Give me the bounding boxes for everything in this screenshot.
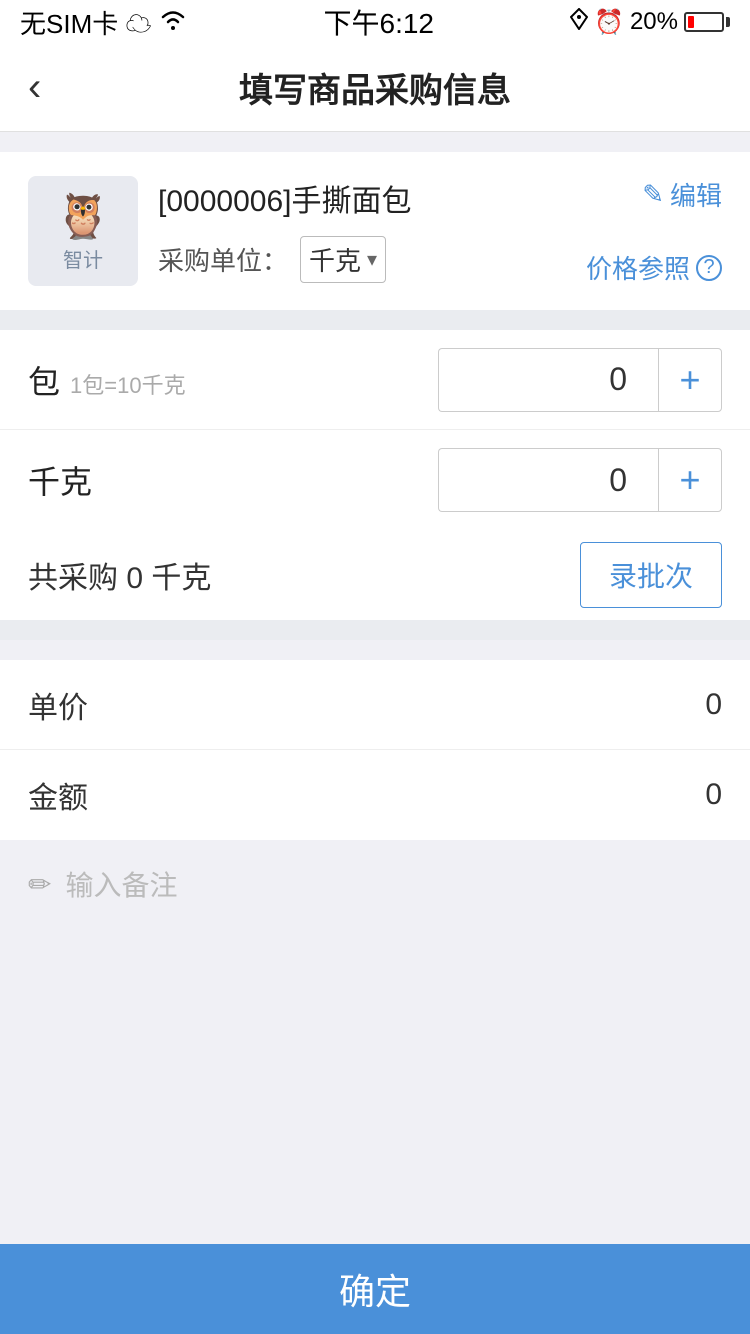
section-divider-2 bbox=[0, 620, 750, 640]
package-label: 包 1包=10千克 bbox=[28, 357, 186, 403]
kg-input-row: 千克 + bbox=[0, 430, 750, 530]
summary-text: 共采购 0 千克 bbox=[28, 553, 211, 597]
price-section: 单价 0 金额 0 bbox=[0, 660, 750, 840]
product-name: [0000006]手撕面包 bbox=[158, 176, 722, 220]
notes-input-area: ✏ 输入备注 bbox=[28, 864, 722, 904]
package-qty-input[interactable] bbox=[438, 348, 658, 412]
product-card: 🦉 智计 [0000006]手撕面包 采购单位： 千克 ▾ ✎ 编辑 价格参照 … bbox=[0, 152, 750, 310]
edit-icon: ✎ bbox=[642, 179, 664, 210]
page-title: 填写商品采购信息 bbox=[239, 63, 511, 112]
package-plus-button[interactable]: + bbox=[658, 348, 722, 412]
kg-label: 千克 bbox=[28, 457, 92, 503]
status-bar: 无SIM卡 ☁ 下午6:12 ⏰ 20% bbox=[0, 0, 750, 44]
amount-row: 金额 0 bbox=[0, 750, 750, 840]
unit-price-label: 单价 bbox=[28, 683, 88, 727]
kg-label-main: 千克 bbox=[28, 457, 92, 503]
location-icon bbox=[570, 8, 588, 37]
back-button[interactable]: ‹ bbox=[28, 65, 41, 110]
price-ref-button[interactable]: 价格参照 ? bbox=[586, 249, 722, 286]
kg-input-right: + bbox=[438, 448, 722, 512]
status-right: ⏰ 20% bbox=[570, 8, 730, 37]
alarm-icon: ⏰ bbox=[594, 8, 624, 37]
product-image: 🦉 智计 bbox=[28, 176, 138, 286]
unit-value: 千克 bbox=[309, 241, 361, 278]
battery-percent: 20% bbox=[630, 8, 678, 36]
edit-button[interactable]: ✎ 编辑 bbox=[642, 176, 722, 213]
price-ref-label: 价格参照 bbox=[586, 249, 690, 286]
package-input-right: + bbox=[438, 348, 722, 412]
unit-price-value: 0 bbox=[705, 688, 722, 722]
kg-qty-input[interactable] bbox=[438, 448, 658, 512]
sim-status: 无SIM卡 ☁ bbox=[20, 4, 151, 41]
unit-dropdown[interactable]: 千克 ▾ bbox=[300, 236, 386, 283]
product-image-label: 智计 bbox=[63, 244, 103, 273]
product-owl-icon: 🦉 bbox=[56, 190, 111, 242]
package-label-sub: 1包=10千克 bbox=[70, 368, 186, 400]
battery-icon bbox=[684, 12, 730, 32]
bottom-spacer bbox=[0, 1040, 750, 1140]
confirm-button[interactable]: 确定 bbox=[0, 1244, 750, 1334]
section-divider-1 bbox=[0, 310, 750, 330]
status-time: 下午6:12 bbox=[324, 2, 435, 42]
chevron-down-icon: ▾ bbox=[367, 247, 377, 272]
nav-bar: ‹ 填写商品采购信息 bbox=[0, 44, 750, 132]
notes-placeholder: 输入备注 bbox=[65, 864, 177, 904]
summary-row: 共采购 0 千克 录批次 bbox=[0, 530, 750, 620]
amount-value: 0 bbox=[705, 778, 722, 812]
wifi-icon bbox=[159, 7, 187, 38]
help-icon: ? bbox=[696, 255, 722, 281]
unit-label: 采购单位： bbox=[158, 241, 288, 278]
quantity-section: 包 1包=10千克 + 千克 + bbox=[0, 330, 750, 530]
edit-label: 编辑 bbox=[670, 176, 722, 213]
unit-price-row: 单价 0 bbox=[0, 660, 750, 750]
notes-section[interactable]: ✏ 输入备注 bbox=[0, 840, 750, 1040]
kg-plus-button[interactable]: + bbox=[658, 448, 722, 512]
status-left: 无SIM卡 ☁ bbox=[20, 4, 187, 41]
package-input-row: 包 1包=10千克 + bbox=[0, 330, 750, 430]
pencil-icon: ✏ bbox=[28, 868, 51, 901]
package-label-main: 包 bbox=[28, 357, 60, 403]
amount-label: 金额 bbox=[28, 773, 88, 817]
batch-button[interactable]: 录批次 bbox=[580, 542, 722, 608]
